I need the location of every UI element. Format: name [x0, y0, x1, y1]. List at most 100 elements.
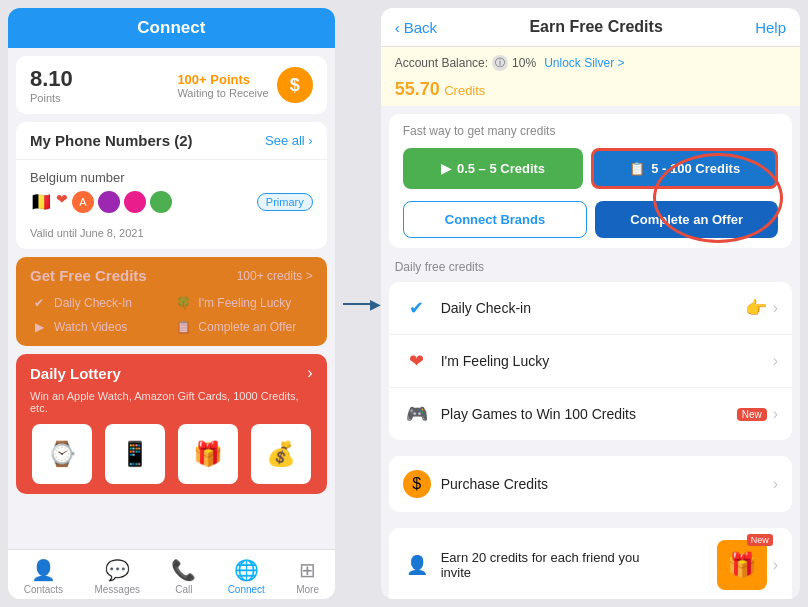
lottery-prizes: ⌚ 📱 🎁 💰 — [30, 424, 313, 484]
purchase-credits-item[interactable]: $ Purchase Credits › — [389, 456, 792, 512]
purchase-dollar-icon: $ — [403, 470, 431, 498]
see-all-link[interactable]: See all › — [265, 133, 313, 148]
lucky-label: I'm Feeling Lucky — [198, 296, 291, 310]
free-credits-section[interactable]: Get Free Credits 100+ credits > ✔ Daily … — [16, 257, 327, 346]
nav-messages-label: Messages — [94, 584, 140, 595]
list-icon: 📋 — [629, 161, 645, 176]
left-panel: Connect 8.10 Points 100+ Points Waiting … — [8, 8, 335, 599]
play-games-item[interactable]: 🎮 Play Games to Win 100 Credits New › — [389, 388, 792, 440]
scroll-content: Fast way to get many credits ▶ 0.5 – 5 C… — [381, 106, 800, 599]
feeling-lucky-item[interactable]: ❤ I'm Feeling Lucky › — [389, 335, 792, 388]
invite-section: 👤 Earn 20 credits for each friend you in… — [389, 528, 792, 599]
left-header: Connect — [8, 8, 335, 48]
earn-credits-title: Earn Free Credits — [529, 18, 662, 36]
nav-messages[interactable]: 💬 Messages — [94, 558, 140, 595]
phone-name: Belgium number — [30, 170, 313, 185]
connect-icon: 🌐 — [234, 558, 259, 582]
prize-phone: 📱 — [105, 424, 165, 484]
play-games-text: Play Games to Win 100 Credits — [441, 406, 636, 422]
fast-way-title: Fast way to get many credits — [403, 124, 778, 138]
account-balance-label: Account Balance: ⓘ 10% — [395, 55, 536, 71]
offer-icon: 📋 — [174, 318, 192, 336]
lucky-icon: 🍀 — [174, 294, 192, 312]
lottery-title: Daily Lottery — [30, 365, 121, 382]
play-icon: ▶ — [441, 161, 451, 176]
flag-row: 🇧🇪 ❤ A — [30, 191, 172, 213]
daily-free-list: ✔ Daily Check-in 👉 › ❤ I'm Feeling Lucky… — [389, 282, 792, 440]
btn-pair: Connect Brands Complete an Offer — [403, 195, 778, 238]
daily-free-label: Daily free credits — [381, 252, 800, 278]
complete-offer-credits-button[interactable]: 📋 5 - 100 Credits — [591, 148, 778, 189]
unlock-link[interactable]: Unlock Silver > — [544, 56, 624, 70]
credits-label: Credits — [444, 83, 485, 98]
offer-label: Complete an Offer — [198, 320, 296, 334]
separator-1 — [381, 444, 800, 452]
nav-more[interactable]: ⊞ More — [296, 558, 319, 595]
btn2-range: 5 - 100 Credits — [651, 161, 740, 176]
nav-more-label: More — [296, 584, 319, 595]
arrow-line — [343, 303, 373, 305]
checkin-circle-icon: ✔ — [403, 294, 431, 322]
nav-contacts[interactable]: 👤 Contacts — [24, 558, 63, 595]
videos-label: Watch Videos — [54, 320, 127, 334]
balance-circle-icon: ⓘ — [492, 55, 508, 71]
right-header: ‹ Back Earn Free Credits Help — [381, 8, 800, 47]
points-status: Waiting to Receive — [177, 87, 268, 99]
messages-icon: 💬 — [105, 558, 130, 582]
free-credits-grid: ✔ Daily Check-In 🍀 I'm Feeling Lucky ▶ W… — [30, 294, 313, 336]
connect-brands-button[interactable]: Connect Brands — [403, 201, 588, 238]
back-chevron-icon: ‹ — [395, 19, 400, 36]
coin-icon: $ — [277, 67, 313, 103]
phone-section-title: My Phone Numbers (2) — [30, 132, 193, 149]
gamepad-icon: 🎮 — [403, 400, 431, 428]
points-label: Points — [30, 92, 73, 104]
purchase-credits-text: Purchase Credits — [441, 476, 548, 492]
daily-checkin-item[interactable]: ✔ Daily Check-in 👉 › — [389, 282, 792, 335]
more-icon: ⊞ — [299, 558, 316, 582]
contacts-icon: 👤 — [31, 558, 56, 582]
left-header-title: Connect — [137, 18, 205, 37]
account-bar: Account Balance: ⓘ 10% Unlock Silver > — [381, 47, 800, 79]
games-chevron-icon: › — [773, 405, 778, 423]
nav-connect[interactable]: 🌐 Connect — [228, 558, 265, 595]
connect-brands-credits-button[interactable]: ▶ 0.5 – 5 Credits — [403, 148, 584, 189]
checkin-label: Daily Check-In — [54, 296, 132, 310]
fast-way-section: Fast way to get many credits ▶ 0.5 – 5 C… — [389, 114, 792, 248]
heart-icon: ❤ — [403, 347, 431, 375]
new-badge-games: New — [737, 408, 767, 421]
right-panel: ‹ Back Earn Free Credits Help Account Ba… — [381, 8, 800, 599]
invite-friend-item[interactable]: 👤 Earn 20 credits for each friend you in… — [389, 528, 792, 599]
gift-box: 🎁 New — [717, 540, 767, 590]
checkin-hand-icon: 👉 — [745, 297, 767, 319]
daily-lottery-section[interactable]: Daily Lottery › Win an Apple Watch, Amaz… — [16, 354, 327, 494]
help-button[interactable]: Help — [755, 19, 786, 36]
invite-person-icon: 👤 — [403, 551, 431, 579]
checkin-icon: ✔ — [30, 294, 48, 312]
nav-contacts-label: Contacts — [24, 584, 63, 595]
prize-coins: 💰 — [251, 424, 311, 484]
free-item-offer: 📋 Complete an Offer — [174, 318, 312, 336]
arrow-container — [343, 8, 373, 599]
invite-friend-text: Earn 20 credits for each friend you invi… — [441, 550, 641, 580]
purchase-chevron-icon: › — [773, 475, 778, 493]
balance-amount: 55.70 — [395, 79, 440, 99]
free-item-checkin: ✔ Daily Check-In — [30, 294, 168, 312]
lottery-arrow-icon: › — [307, 364, 312, 382]
free-item-videos: ▶ Watch Videos — [30, 318, 168, 336]
valid-text: Valid until June 8, 2021 — [16, 223, 327, 249]
back-button[interactable]: ‹ Back — [395, 19, 437, 36]
nav-call[interactable]: 📞 Call — [171, 558, 196, 595]
prize-watch: ⌚ — [32, 424, 92, 484]
gift-new-badge: New — [747, 534, 773, 546]
free-credits-title: Get Free Credits — [30, 267, 147, 284]
invite-chevron-icon: › — [773, 556, 778, 574]
call-icon: 📞 — [171, 558, 196, 582]
btn1-range: 0.5 – 5 Credits — [457, 161, 545, 176]
points-card: 8.10 Points 100+ Points Waiting to Recei… — [16, 56, 327, 114]
complete-offer-button[interactable]: Complete an Offer — [595, 201, 778, 238]
prize-gift: 🎁 — [178, 424, 238, 484]
feeling-lucky-text: I'm Feeling Lucky — [441, 353, 550, 369]
lottery-desc: Win an Apple Watch, Amazon Gift Cards, 1… — [30, 390, 313, 414]
free-credits-badge: 100+ credits > — [237, 269, 313, 283]
daily-checkin-text: Daily Check-in — [441, 300, 531, 316]
